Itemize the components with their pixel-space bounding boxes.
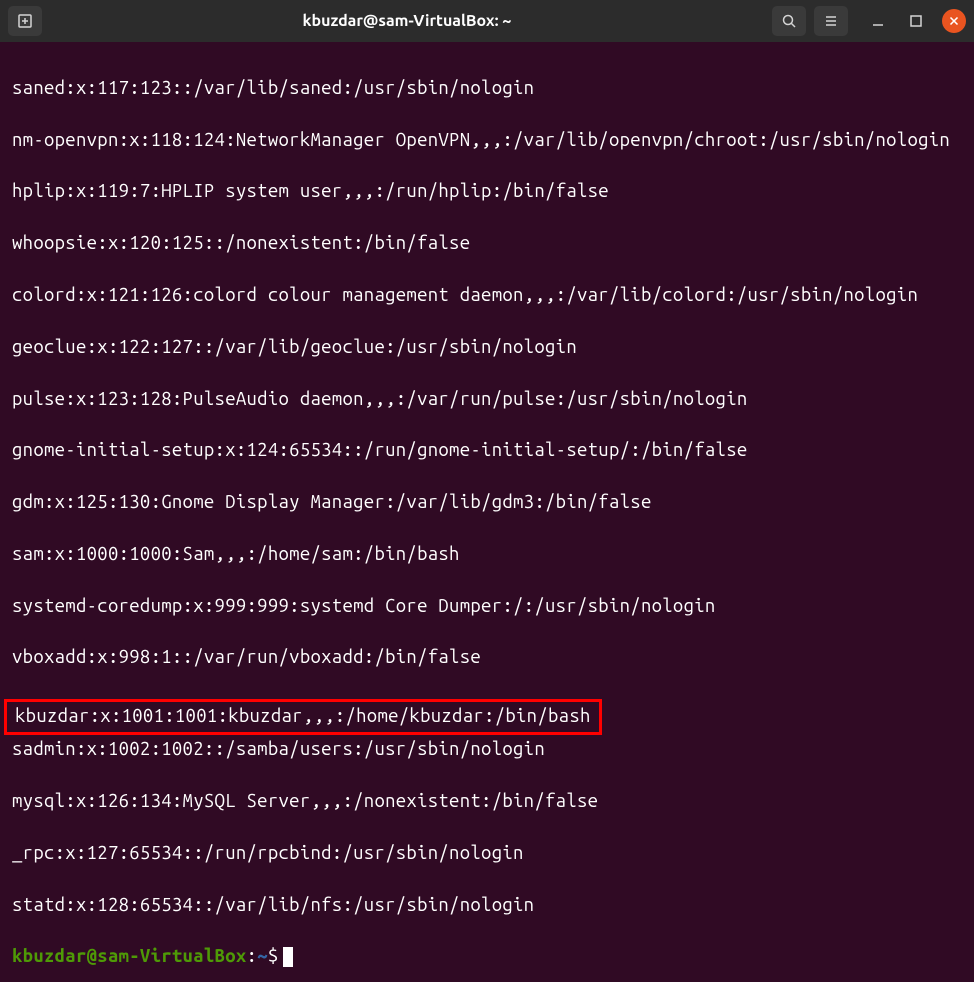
close-icon: [947, 14, 961, 28]
minimize-button[interactable]: [866, 9, 890, 33]
new-tab-icon: [17, 13, 33, 29]
search-button[interactable]: [772, 6, 806, 36]
minimize-icon: [870, 13, 886, 29]
passwd-line: gdm:x:125:130:Gnome Display Manager:/var…: [12, 490, 962, 516]
passwd-line: whoopsie:x:120:125::/nonexistent:/bin/fa…: [12, 231, 962, 257]
prompt-colon: :: [247, 946, 258, 966]
prompt-line: kbuzdar@sam-VirtualBox:~$: [12, 946, 293, 966]
passwd-line: statd:x:128:65534::/var/lib/nfs:/usr/sbi…: [12, 893, 962, 919]
titlebar: kbuzdar@sam-VirtualBox: ~: [0, 0, 974, 42]
passwd-line: sadmin:x:1002:1002::/samba/users:/usr/sb…: [12, 737, 962, 763]
new-tab-button[interactable]: [8, 6, 42, 36]
cursor: [283, 947, 293, 967]
passwd-line: saned:x:117:123::/var/lib/saned:/usr/sbi…: [12, 76, 962, 102]
passwd-line: geoclue:x:122:127::/var/lib/geoclue:/usr…: [12, 335, 962, 361]
maximize-icon: [908, 13, 924, 29]
passwd-line: hplip:x:119:7:HPLIP system user,,,:/run/…: [12, 179, 962, 205]
window-title: kbuzdar@sam-VirtualBox: ~: [50, 12, 764, 30]
highlighted-passwd-line: kbuzdar:x:1001:1001:kbuzdar,,,:/home/kbu…: [4, 699, 602, 735]
passwd-line: colord:x:121:126:colord colour managemen…: [12, 283, 962, 309]
terminal-output[interactable]: saned:x:117:123::/var/lib/saned:/usr/sbi…: [0, 42, 974, 982]
search-icon: [781, 13, 797, 29]
passwd-line: gnome-initial-setup:x:124:65534::/run/gn…: [12, 438, 962, 464]
passwd-line: systemd-coredump:x:999:999:systemd Core …: [12, 594, 962, 620]
maximize-button[interactable]: [904, 9, 928, 33]
menu-button[interactable]: [814, 6, 848, 36]
highlighted-text: kbuzdar:x:1001:1001:kbuzdar,,,:/home/kbu…: [15, 706, 591, 726]
passwd-line: vboxadd:x:998:1::/var/run/vboxadd:/bin/f…: [12, 645, 962, 671]
passwd-line: mysql:x:126:134:MySQL Server,,,:/nonexis…: [12, 789, 962, 815]
prompt-user-host: kbuzdar@sam-VirtualBox: [12, 946, 247, 966]
prompt-dollar: $: [268, 946, 279, 966]
passwd-line: nm-openvpn:x:118:124:NetworkManager Open…: [12, 128, 962, 154]
hamburger-icon: [823, 13, 839, 29]
close-button[interactable]: [942, 9, 966, 33]
passwd-line: pulse:x:123:128:PulseAudio daemon,,,:/va…: [12, 387, 962, 413]
prompt-path: ~: [257, 946, 268, 966]
passwd-line: sam:x:1000:1000:Sam,,,:/home/sam:/bin/ba…: [12, 542, 962, 568]
passwd-line: _rpc:x:127:65534::/run/rpcbind:/usr/sbin…: [12, 841, 962, 867]
